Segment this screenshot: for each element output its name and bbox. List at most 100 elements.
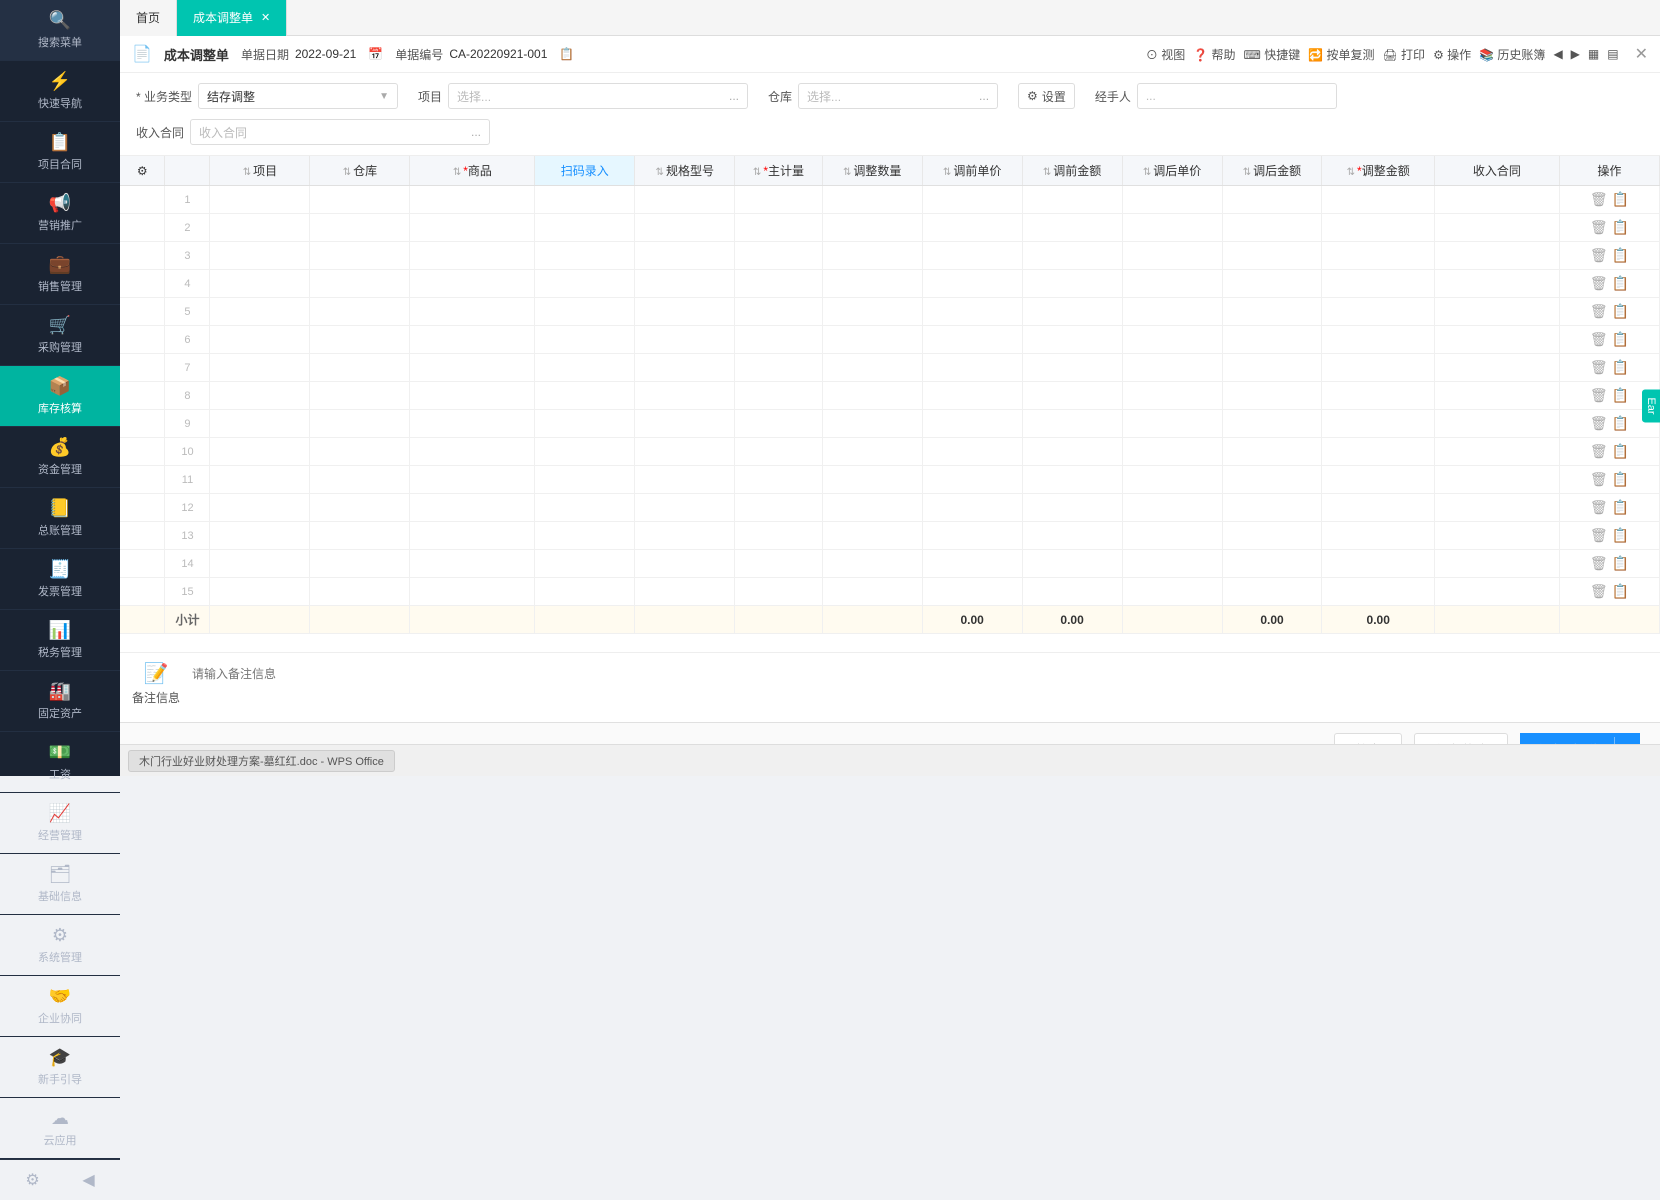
row-after-amount[interactable] — [1222, 298, 1322, 326]
row-after-price[interactable] — [1122, 382, 1222, 410]
row-adjust-amount[interactable] — [1322, 326, 1434, 354]
row-copy-icon[interactable]: 📋 — [1612, 499, 1629, 516]
row-income-contract[interactable] — [1434, 298, 1559, 326]
row-warehouse[interactable] — [310, 382, 410, 410]
row-qty[interactable] — [822, 326, 922, 354]
row-product[interactable] — [410, 270, 535, 298]
row-after-price[interactable] — [1122, 242, 1222, 270]
row-warehouse[interactable] — [310, 354, 410, 382]
row-spec[interactable] — [635, 578, 735, 606]
row-delete-icon[interactable]: 🗑 — [1590, 471, 1608, 488]
row-before-amount[interactable] — [1022, 438, 1122, 466]
row-qty[interactable] — [822, 242, 922, 270]
row-after-price[interactable] — [1122, 438, 1222, 466]
row-adjust-amount[interactable] — [1322, 578, 1434, 606]
row-income-contract[interactable] — [1434, 466, 1559, 494]
layout-icon2[interactable]: ▤ — [1607, 47, 1618, 61]
row-delete-icon[interactable]: 🗑 — [1590, 275, 1608, 292]
row-product[interactable] — [410, 214, 535, 242]
row-adjust-amount[interactable] — [1322, 438, 1434, 466]
row-copy-icon[interactable]: 📋 — [1612, 275, 1629, 292]
row-income-contract[interactable] — [1434, 326, 1559, 354]
row-spec[interactable] — [635, 298, 735, 326]
sidebar-item-cloud[interactable]: ☁ 云应用 — [0, 1098, 120, 1159]
col-warehouse[interactable]: 仓库 — [310, 156, 410, 186]
row-warehouse[interactable] — [310, 186, 410, 214]
row-project[interactable] — [210, 214, 310, 242]
row-before-price[interactable] — [922, 410, 1022, 438]
row-warehouse[interactable] — [310, 494, 410, 522]
row-warehouse[interactable] — [310, 522, 410, 550]
row-adjust-amount[interactable] — [1322, 298, 1434, 326]
row-income-contract[interactable] — [1434, 382, 1559, 410]
row-qty[interactable] — [822, 410, 922, 438]
row-before-price[interactable] — [922, 438, 1022, 466]
row-after-amount[interactable] — [1222, 270, 1322, 298]
row-warehouse[interactable] — [310, 326, 410, 354]
row-adjust-amount[interactable] — [1322, 270, 1434, 298]
row-income-contract[interactable] — [1434, 270, 1559, 298]
row-qty[interactable] — [822, 354, 922, 382]
row-before-price[interactable] — [922, 354, 1022, 382]
row-copy-icon[interactable]: 📋 — [1612, 443, 1629, 460]
row-after-amount[interactable] — [1222, 354, 1322, 382]
col-after-price[interactable]: 调后单价 — [1122, 156, 1222, 186]
col-project[interactable]: 项目 — [210, 156, 310, 186]
row-income-contract[interactable] — [1434, 186, 1559, 214]
row-copy-icon[interactable]: 📋 — [1612, 219, 1629, 236]
row-product[interactable] — [410, 522, 535, 550]
row-warehouse[interactable] — [310, 438, 410, 466]
row-project[interactable] — [210, 522, 310, 550]
row-project[interactable] — [210, 326, 310, 354]
row-delete-icon[interactable]: 🗑 — [1590, 219, 1608, 236]
sidebar-item-corp[interactable]: 🤝 企业协同 — [0, 976, 120, 1037]
row-after-amount[interactable] — [1222, 186, 1322, 214]
operate-action[interactable]: ⚙ 操作 — [1433, 46, 1471, 63]
row-after-price[interactable] — [1122, 466, 1222, 494]
row-qty[interactable] — [822, 270, 922, 298]
row-delete-icon[interactable]: 🗑 — [1590, 387, 1608, 404]
row-spec[interactable] — [635, 410, 735, 438]
row-spec[interactable] — [635, 270, 735, 298]
history-action[interactable]: 📚 历史账簿 — [1479, 46, 1545, 63]
row-qty[interactable] — [822, 382, 922, 410]
row-after-amount[interactable] — [1222, 438, 1322, 466]
row-after-price[interactable] — [1122, 214, 1222, 242]
row-after-amount[interactable] — [1222, 550, 1322, 578]
row-spec[interactable] — [635, 466, 735, 494]
row-before-price[interactable] — [922, 214, 1022, 242]
row-copy-icon[interactable]: 📋 — [1612, 471, 1629, 488]
right-tab-indicator[interactable]: Ear — [1642, 389, 1660, 422]
row-after-price[interactable] — [1122, 410, 1222, 438]
row-income-contract[interactable] — [1434, 522, 1559, 550]
row-scan[interactable] — [535, 270, 635, 298]
sidebar-item-salary[interactable]: 💵 工资 — [0, 732, 120, 793]
row-project[interactable] — [210, 242, 310, 270]
row-qty[interactable] — [822, 214, 922, 242]
row-warehouse[interactable] — [310, 550, 410, 578]
col-unit[interactable]: *主计量 — [735, 156, 822, 186]
biz-type-input[interactable]: 结存调整 ▼ — [198, 83, 398, 109]
notes-input[interactable] — [192, 661, 1648, 711]
row-after-amount[interactable] — [1222, 522, 1322, 550]
shortcut-action[interactable]: ⌨ 快捷键 — [1244, 46, 1301, 63]
sidebar-item-assets[interactable]: 🏭 固定资产 — [0, 671, 120, 732]
row-after-amount[interactable] — [1222, 466, 1322, 494]
row-before-price[interactable] — [922, 298, 1022, 326]
row-unit[interactable] — [735, 214, 822, 242]
row-unit[interactable] — [735, 186, 822, 214]
row-after-amount[interactable] — [1222, 326, 1322, 354]
row-delete-icon[interactable]: 🗑 — [1590, 499, 1608, 516]
layout-icon1[interactable]: ▦ — [1588, 47, 1599, 61]
row-scan[interactable] — [535, 186, 635, 214]
row-adjust-amount[interactable] — [1322, 466, 1434, 494]
row-income-contract[interactable] — [1434, 550, 1559, 578]
sidebar-item-finance[interactable]: 💰 资金管理 — [0, 427, 120, 488]
row-before-amount[interactable] — [1022, 382, 1122, 410]
row-adjust-amount[interactable] — [1322, 522, 1434, 550]
col-after-amount[interactable]: 调后金额 — [1222, 156, 1322, 186]
row-qty[interactable] — [822, 550, 922, 578]
row-before-amount[interactable] — [1022, 550, 1122, 578]
row-after-price[interactable] — [1122, 550, 1222, 578]
row-before-amount[interactable] — [1022, 214, 1122, 242]
